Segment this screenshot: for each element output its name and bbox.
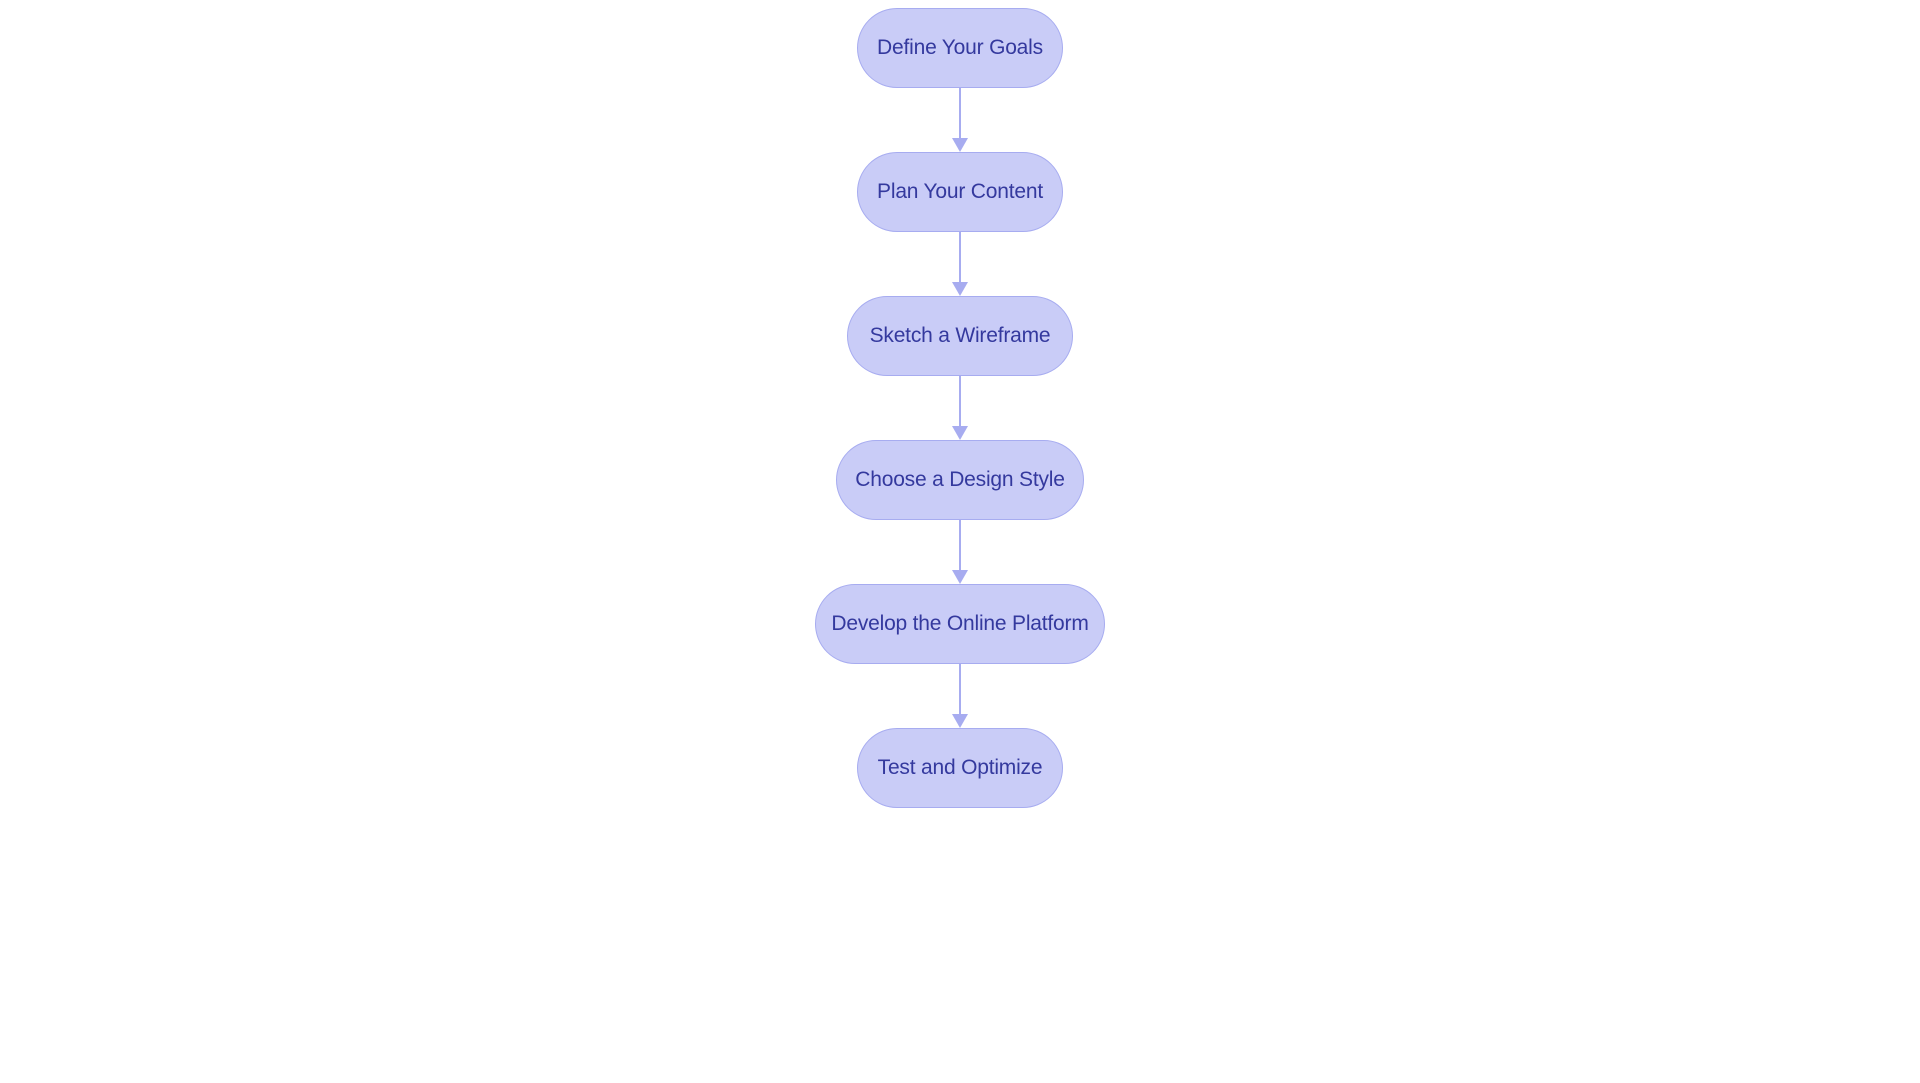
node-label: Choose a Design Style (855, 468, 1064, 492)
node-label: Define Your Goals (877, 36, 1043, 60)
arrow-icon (952, 376, 968, 440)
flowchart: Define Your Goals Plan Your Content Sket… (815, 8, 1105, 808)
node-label: Plan Your Content (877, 180, 1043, 204)
flowchart-node-sketch-wireframe: Sketch a Wireframe (847, 296, 1073, 376)
flowchart-node-test-optimize: Test and Optimize (857, 728, 1063, 808)
flowchart-node-choose-design-style: Choose a Design Style (836, 440, 1084, 520)
flowchart-node-plan-content: Plan Your Content (857, 152, 1063, 232)
node-label: Sketch a Wireframe (870, 324, 1051, 348)
node-label: Test and Optimize (878, 756, 1043, 780)
arrow-icon (952, 88, 968, 152)
arrow-icon (952, 664, 968, 728)
arrow-icon (952, 520, 968, 584)
flowchart-node-develop-platform: Develop the Online Platform (815, 584, 1105, 664)
node-label: Develop the Online Platform (831, 612, 1088, 636)
flowchart-node-define-goals: Define Your Goals (857, 8, 1063, 88)
arrow-icon (952, 232, 968, 296)
